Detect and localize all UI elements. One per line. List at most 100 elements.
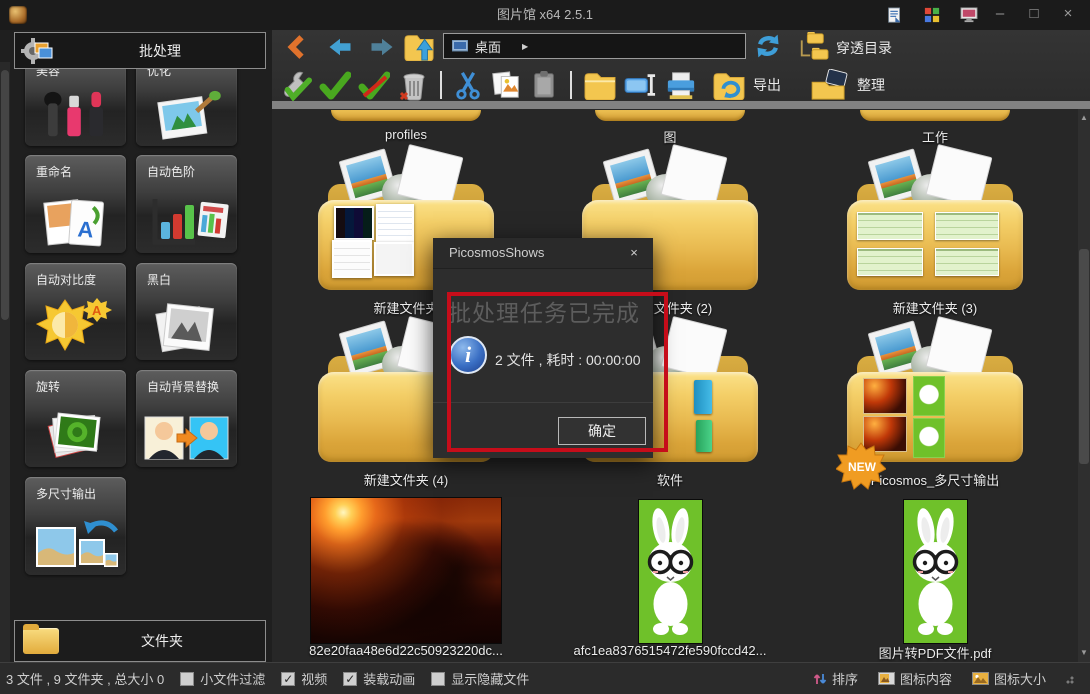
- minimize-button[interactable]: –: [984, 0, 1016, 30]
- checkbox-small-file-filter[interactable]: 小文件过滤: [180, 669, 265, 688]
- address-value: 桌面: [475, 37, 501, 56]
- scroll-up-arrow[interactable]: ▲: [1078, 111, 1090, 125]
- checkbox-box: ✓: [281, 672, 295, 686]
- folder-label: 新建文件夹 (4): [286, 470, 526, 489]
- maximize-button[interactable]: □: [1018, 0, 1050, 30]
- back-chevron-button[interactable]: [282, 33, 312, 61]
- svg-text:NEW: NEW: [848, 460, 877, 474]
- icon-size-icon: [972, 672, 989, 685]
- dialog-heading: 批处理任务已完成: [448, 294, 640, 328]
- folder-label: profiles: [286, 127, 526, 142]
- folder-label: 软件: [550, 470, 790, 489]
- icon-size-label: 图标大小: [994, 669, 1046, 688]
- folder-stub[interactable]: [331, 110, 481, 121]
- checkbox-load-animation[interactable]: ✓ 装载动画: [343, 669, 415, 688]
- tile-label: 自动色阶: [147, 163, 195, 180]
- folder-preview: [334, 206, 374, 240]
- sidebar-item-auto-levels[interactable]: 自动色阶: [136, 155, 237, 253]
- main-scrollbar[interactable]: ▲ ▼: [1078, 109, 1090, 662]
- cut-button[interactable]: [453, 69, 483, 101]
- print-button[interactable]: [665, 70, 697, 100]
- penetrate-directory-label[interactable]: 穿透目录: [836, 38, 892, 58]
- sidebar-item-multisize-output[interactable]: 多尺寸输出: [25, 477, 126, 575]
- copy-button[interactable]: [490, 69, 522, 101]
- photo-brush-icon: [136, 88, 237, 142]
- sidebar-header-batch[interactable]: 批处理: [14, 32, 266, 69]
- paste-button[interactable]: [529, 69, 559, 101]
- folder-stub[interactable]: [595, 110, 745, 121]
- checkbox-show-hidden-files[interactable]: 显示隐藏文件: [431, 669, 529, 688]
- multisize-output-icon: [25, 515, 126, 571]
- nav-back-arrow-button[interactable]: [324, 33, 356, 61]
- rename-button[interactable]: [624, 70, 658, 100]
- select-all-button[interactable]: [319, 69, 351, 101]
- folder-preview: [332, 240, 372, 278]
- tile-label: 自动对比度: [36, 271, 96, 288]
- batch-tools-button[interactable]: [280, 69, 312, 101]
- icon-content-button[interactable]: 图标内容: [878, 669, 952, 688]
- checkbox-label: 小文件过滤: [200, 669, 265, 688]
- file-label: 82e20faa48e6d22c50923220dc...: [286, 643, 526, 658]
- file-label: afc1ea8376515472fe590fccd42...: [550, 643, 790, 658]
- delete-button[interactable]: [397, 69, 429, 101]
- close-button[interactable]: ×: [1052, 0, 1084, 30]
- folder-preview: [374, 242, 414, 276]
- checkbox-label: 显示隐藏文件: [451, 669, 529, 688]
- checkbox-label: 装载动画: [363, 669, 415, 688]
- main-scrollbar-thumb[interactable]: [1079, 249, 1089, 464]
- sidebar-item-auto-bg-replace[interactable]: 自动背景替换: [136, 370, 237, 467]
- folder-preview: [696, 420, 712, 452]
- folder-preview: [913, 418, 945, 458]
- checkbox-box: [431, 672, 445, 686]
- screen-tool-icon[interactable]: [957, 5, 981, 25]
- nav-forward-arrow-button[interactable]: [366, 33, 398, 61]
- export-label[interactable]: 导出: [753, 75, 781, 95]
- toolbar-separator: [440, 71, 442, 99]
- sidebar-footer-folders[interactable]: 文件夹: [14, 620, 266, 662]
- app-window: 图片馆 x64 2.5.1 – □ × 桌面 ▶: [0, 0, 1090, 694]
- sidebar-header-label: 批处理: [55, 41, 265, 61]
- invert-selection-button[interactable]: [358, 69, 390, 101]
- notes-tool-icon[interactable]: [882, 5, 906, 25]
- toolbar-separator: [570, 71, 572, 99]
- breadcrumb-arrow-icon[interactable]: ▶: [522, 42, 528, 51]
- folder-stub[interactable]: [860, 110, 1010, 121]
- image-file-sunset[interactable]: [311, 498, 501, 643]
- folder-preview: [857, 212, 923, 240]
- folder-up-button[interactable]: [402, 31, 436, 61]
- address-bar[interactable]: 桌面 ▶: [443, 33, 746, 59]
- sidebar-item-black-white[interactable]: 黑白: [136, 263, 237, 360]
- sidebar-item-rename[interactable]: 重命名 A: [25, 155, 126, 253]
- organize-button[interactable]: [810, 69, 850, 101]
- organize-label[interactable]: 整理: [857, 75, 885, 95]
- sidebar-scrollbar-thumb[interactable]: [1, 70, 9, 320]
- desktop-icon: [452, 40, 468, 52]
- icon-size-button[interactable]: 图标大小: [972, 669, 1046, 688]
- refresh-button[interactable]: [752, 32, 784, 60]
- folder-item[interactable]: [847, 152, 1023, 290]
- sidebar-item-rotate[interactable]: 旋转: [25, 370, 126, 467]
- sidebar-scrollbar[interactable]: [0, 62, 10, 662]
- palette-tool-icon[interactable]: [920, 5, 944, 25]
- checkbox-video[interactable]: ✓ 视频: [281, 669, 327, 688]
- svg-text:A: A: [92, 303, 102, 318]
- scroll-down-arrow[interactable]: ▼: [1078, 646, 1090, 660]
- new-folder-button[interactable]: [583, 70, 617, 100]
- penetrate-directory-icon[interactable]: [794, 31, 832, 61]
- file-label: 图片转PDF文件.pdf: [815, 643, 1055, 662]
- image-file-rabbit[interactable]: [639, 500, 702, 643]
- image-file-rabbit-pdf[interactable]: [904, 500, 967, 643]
- export-button[interactable]: [712, 70, 746, 100]
- checkbox-box: ✓: [343, 672, 357, 686]
- sort-button[interactable]: 排序: [813, 669, 858, 688]
- dialog-titlebar: PicosmosShows ×: [433, 238, 653, 269]
- sidebar-item-auto-contrast[interactable]: 自动对比度 A: [25, 263, 126, 360]
- icon-content-icon: [878, 672, 895, 685]
- tile-label: 自动背景替换: [147, 378, 219, 395]
- resize-grip[interactable]: [1066, 674, 1076, 684]
- batch-gear-icon: [21, 37, 55, 65]
- levels-chart-icon: [136, 193, 237, 249]
- ok-button[interactable]: 确定: [558, 417, 646, 445]
- dialog-close-button[interactable]: ×: [621, 238, 647, 268]
- checkbox-box: [180, 672, 194, 686]
